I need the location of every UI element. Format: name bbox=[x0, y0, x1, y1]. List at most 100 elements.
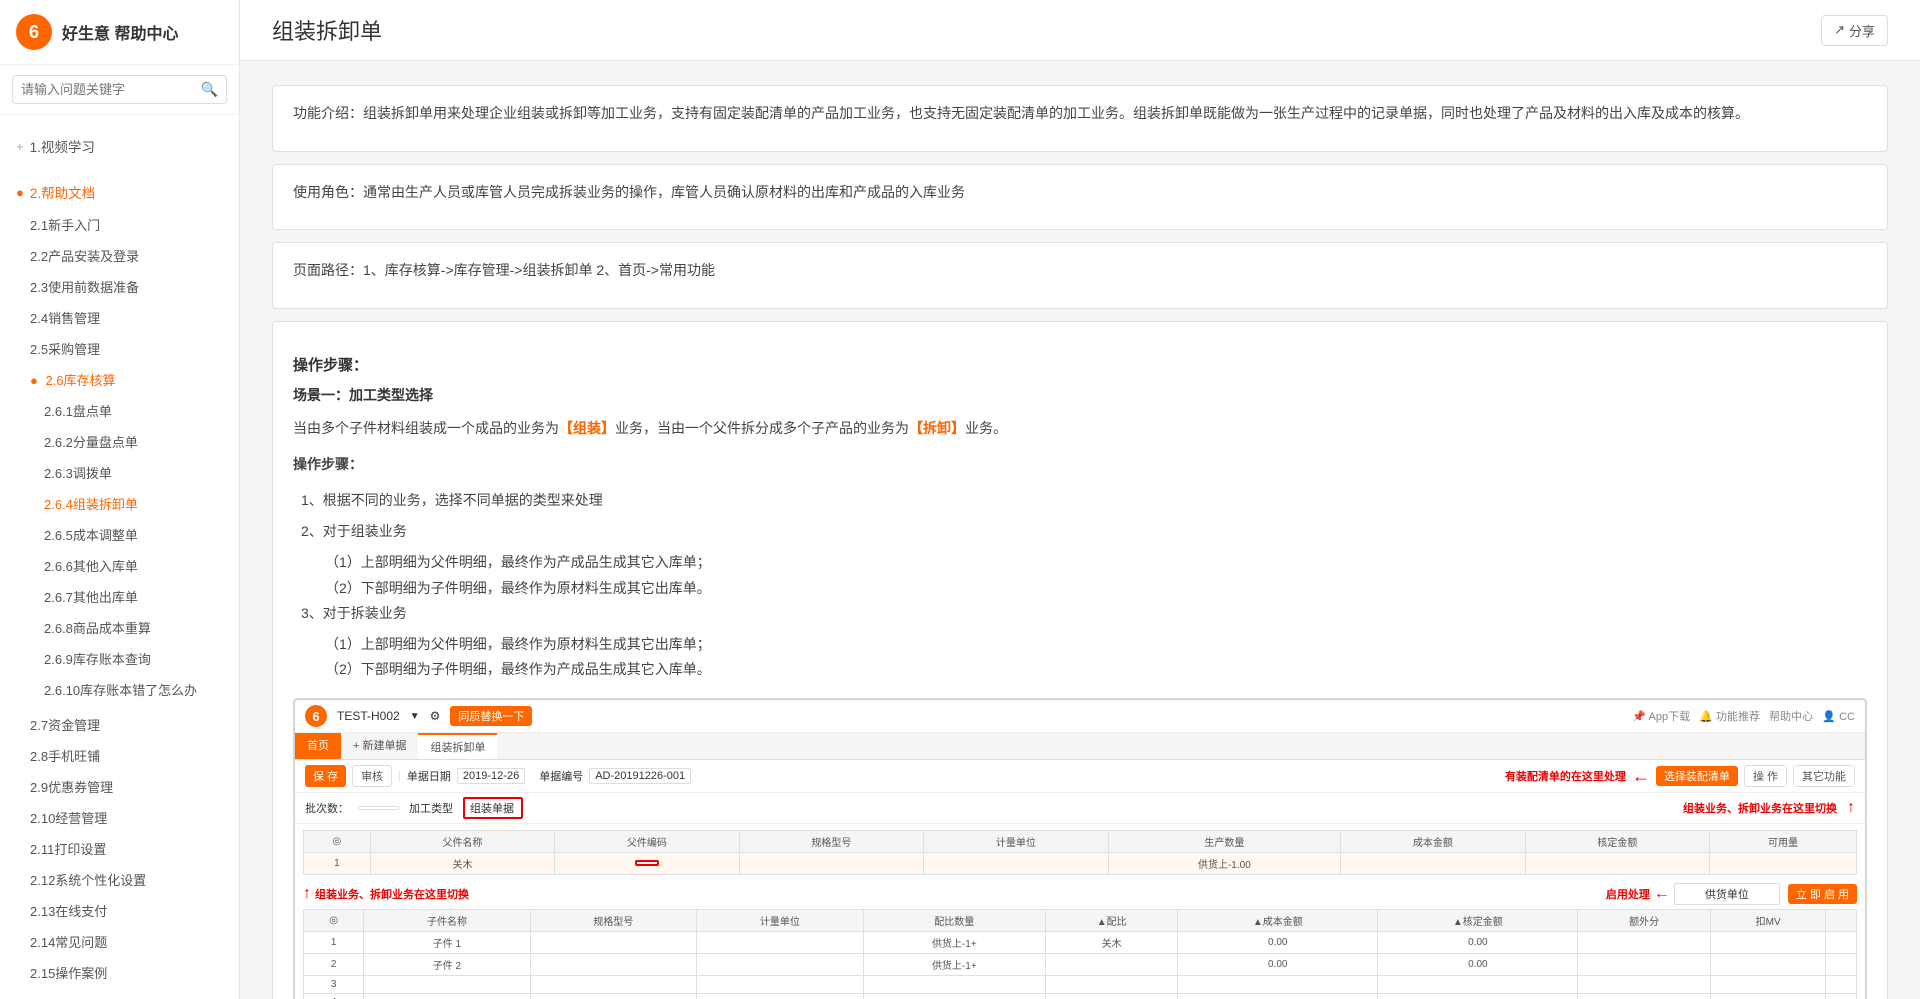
search-area: 🔍 bbox=[0, 65, 239, 115]
intro-path-card: 页面路径：1、库存核算->库存管理->组装拆卸单 2、首页->常用功能 bbox=[272, 242, 1888, 309]
child-table: ◎ 子件名称 规格型号 计量单位 配比数量 ▲配比 ▲成本金额 ▲核定金额 额外… bbox=[303, 909, 1857, 999]
app-icons-right: 📌 App下载 🔔 功能推荐 帮助中心 👤 CC bbox=[1632, 708, 1855, 724]
app-dropdown-icon: ▼ bbox=[410, 711, 420, 722]
btn-bom-process[interactable]: 选择装配清单 bbox=[1656, 766, 1738, 786]
search-input[interactable] bbox=[21, 82, 201, 97]
intro-function-text: 功能介绍：组装拆卸单用来处理企业组装或拆卸等加工业务，支持有固定装配清单的产品加… bbox=[293, 100, 1867, 127]
sidebar-item-other-in[interactable]: 2.6.6其他入库单 bbox=[0, 550, 239, 581]
step-3-2: （2）下部明细为子件明细，最终作为产成品生成其它入库单。 bbox=[325, 657, 1867, 682]
sidebar-item-install[interactable]: 2.2产品安装及登录 bbox=[0, 240, 239, 271]
arrow-icon-2: ↑ bbox=[1847, 799, 1855, 817]
share-button[interactable]: ↗ 分享 bbox=[1821, 15, 1888, 46]
tab-new-doc[interactable]: + 新建单据 bbox=[341, 733, 418, 759]
form-date-label: 单据日期 bbox=[407, 768, 451, 784]
page-title: 组装拆卸单 bbox=[272, 14, 382, 46]
app-screenshot-inner: 6 TEST-H002 ▼ ⚙ 同质替换一下 📌 App下载 🔔 功能推荐 帮助… bbox=[294, 699, 1866, 999]
sidebar-item-ledger-error[interactable]: 2.6.10库存账本错了怎么办 bbox=[0, 674, 239, 705]
sidebar-item-video-learning[interactable]: + 1.视频学习 bbox=[0, 129, 239, 163]
intro-role-card: 使用角色：通常由生产人员或库管人员完成拆装业务的操作，库管人员确认原材料的出库和… bbox=[272, 164, 1888, 231]
step-1: 1、根据不同的业务，选择不同单据的类型来处理 bbox=[301, 488, 1867, 513]
app-screenshot: 6 TEST-H002 ▼ ⚙ 同质替换一下 📌 App下载 🔔 功能推荐 帮助… bbox=[293, 698, 1867, 999]
app-tables: ◎ 父件名称 父件编码 规格型号 计量单位 生产数量 成本金额 核定金额 可用量 bbox=[295, 824, 1865, 999]
annotation-enable: 启用处理 bbox=[1606, 886, 1650, 902]
form-id-label: 单据编号 bbox=[539, 768, 583, 784]
btn-extra2[interactable]: 其它功能 bbox=[1793, 765, 1855, 787]
nav-section-1: + 1.视频学习 bbox=[0, 123, 239, 169]
app-logo: 6 bbox=[305, 705, 327, 727]
sidebar-item-ledger-query[interactable]: 2.6.9库存账本查询 bbox=[0, 643, 239, 674]
table-row: 3 bbox=[304, 976, 1857, 994]
plus-icon: + bbox=[16, 139, 24, 154]
sidebar-item-assembly[interactable]: 2.6.4组装拆卸单 bbox=[0, 488, 239, 519]
logo-icon: 6 bbox=[16, 14, 52, 50]
sidebar-item-inventory[interactable]: ● 2.6库存核算 bbox=[0, 364, 239, 395]
sidebar-item-business-mgmt[interactable]: 2.10经营管理 bbox=[0, 802, 239, 833]
sidebar-item-cases[interactable]: 2.15操作案例 bbox=[0, 957, 239, 988]
sidebar-item-help-docs[interactable]: ● 2.帮助文档 bbox=[0, 175, 239, 209]
subvalue-type[interactable]: 组装单据 bbox=[463, 797, 523, 819]
app-id: TEST-H002 bbox=[337, 709, 400, 723]
app-sub-form: 批次数： 加工类型 组装单据 组装业务、拆卸业务在这里切换 ↑ bbox=[295, 793, 1865, 824]
arrow-icon-1: ← bbox=[1632, 766, 1650, 787]
subvalue-count bbox=[359, 806, 399, 810]
sidebar-item-cost-recalc[interactable]: 2.6.8商品成本重算 bbox=[0, 612, 239, 643]
scene-title: 场景一：加工类型选择 bbox=[293, 385, 1867, 405]
app-replace-btn[interactable]: 同质替换一下 bbox=[450, 706, 532, 726]
arrow-right-icon: ← bbox=[1654, 885, 1670, 903]
sidebar-item-cost-adjust[interactable]: 2.6.5成本调整单 bbox=[0, 519, 239, 550]
sidebar-item-mobile[interactable]: 2.8手机旺铺 bbox=[0, 740, 239, 771]
sidebar-item-sales[interactable]: 2.4销售管理 bbox=[0, 302, 239, 333]
table-row: 1 子件 1 供货上-1+ 关木 0.00 0.00 bbox=[304, 932, 1857, 954]
minus-icon: ● bbox=[16, 185, 24, 200]
field-supplier[interactable]: 供货单位 bbox=[1674, 883, 1780, 905]
sidebar-item-partial-stocktake[interactable]: 2.6.2分量盘点单 bbox=[0, 426, 239, 457]
scene-desc: 当由多个子件材料组装成一个成品的业务为【组装】业务，当由一个父件拆分成多个子产品… bbox=[293, 415, 1867, 442]
logo-area: 6 好生意 帮助中心 bbox=[0, 0, 239, 65]
ops-section: 操作步骤： 场景一：加工类型选择 当由多个子件材料组装成一个成品的业务为【组装】… bbox=[272, 321, 1888, 999]
sidebar-item-beginner[interactable]: 2.1新手入门 bbox=[0, 209, 239, 240]
content-area: 功能介绍：组装拆卸单用来处理企业组装或拆卸等加工业务，支持有固定装配清单的产品加… bbox=[240, 61, 1920, 999]
form-id-value: AD-20191226-001 bbox=[589, 768, 691, 784]
sidebar-item-coupons[interactable]: 2.9优惠券管理 bbox=[0, 771, 239, 802]
main-header: 组装拆卸单 ↗ 分享 bbox=[240, 0, 1920, 61]
step-3-1: （1）上部明细为父件明细，最终作为原材料生成其它出库单； bbox=[325, 632, 1867, 657]
annotation-bom: 有装配清单的在这里处理 bbox=[1505, 768, 1626, 784]
step-2: 2、对于组装业务 bbox=[301, 519, 1867, 544]
intro-function-card: 功能介绍：组装拆卸单用来处理企业组装或拆卸等加工业务，支持有固定装配清单的产品加… bbox=[272, 85, 1888, 152]
btn-confirm-enable[interactable]: 立 即 启 用 bbox=[1788, 884, 1857, 904]
circle-icon: ● bbox=[30, 373, 38, 388]
btn-save[interactable]: 保 存 bbox=[305, 765, 346, 787]
app-topbar: 6 TEST-H002 ▼ ⚙ 同质替换一下 📌 App下载 🔔 功能推荐 帮助… bbox=[295, 700, 1865, 733]
btn-submit[interactable]: 审核 bbox=[352, 765, 392, 787]
table-row: 4 bbox=[304, 994, 1857, 999]
step-2-1: （1）上部明细为父件明细，最终作为产成品生成其它入库单； bbox=[325, 550, 1867, 575]
tab-home[interactable]: 首页 bbox=[295, 733, 341, 759]
sidebar-item-purchase[interactable]: 2.5采购管理 bbox=[0, 333, 239, 364]
btn-extra[interactable]: 操 作 bbox=[1744, 765, 1787, 787]
sidebar-item-other-out[interactable]: 2.6.7其他出库单 bbox=[0, 581, 239, 612]
sidebar-item-finance[interactable]: 2.7资金管理 bbox=[0, 709, 239, 740]
nav-children-2: 2.1新手入门 2.2产品安装及登录 2.3使用前数据准备 2.4销售管理 2.… bbox=[0, 209, 239, 988]
ops-subtitle: 操作步骤： bbox=[293, 451, 1867, 478]
tab-assembly-doc[interactable]: 组装拆卸单 bbox=[418, 733, 497, 759]
sidebar-item-stocktake[interactable]: 2.6.1盘点单 bbox=[0, 395, 239, 426]
sidebar-item-transfer[interactable]: 2.6.3调拨单 bbox=[0, 457, 239, 488]
ops-title: 操作步骤： bbox=[293, 354, 1867, 375]
app-nav-tabs: 首页 + 新建单据 组装拆卸单 bbox=[295, 733, 1865, 760]
intro-path-text: 页面路径：1、库存核算->库存管理->组装拆卸单 2、首页->常用功能 bbox=[293, 257, 1867, 284]
main: 组装拆卸单 ↗ 分享 功能介绍：组装拆卸单用来处理企业组装或拆卸等加工业务，支持… bbox=[240, 0, 1920, 999]
sidebar-item-data-prep[interactable]: 2.3使用前数据准备 bbox=[0, 271, 239, 302]
search-icon[interactable]: 🔍 bbox=[201, 81, 218, 98]
logo-text: 好生意 帮助中心 bbox=[62, 20, 178, 44]
arrow-up-icon: ↑ bbox=[303, 885, 311, 903]
sidebar-item-payment[interactable]: 2.13在线支付 bbox=[0, 895, 239, 926]
form-date-value: 2019-12-26 bbox=[457, 768, 525, 784]
table-row: 1 关木 供货上-1.00 bbox=[304, 853, 1857, 875]
sidebar: 6 好生意 帮助中心 🔍 + 1.视频学习 ● 2.帮助文档 2.1新手入门 2… bbox=[0, 0, 240, 999]
sidebar-item-print[interactable]: 2.11打印设置 bbox=[0, 833, 239, 864]
search-box: 🔍 bbox=[12, 75, 227, 104]
sidebar-item-faq[interactable]: 2.14常见问题 bbox=[0, 926, 239, 957]
sidebar-item-custom[interactable]: 2.12系统个性化设置 bbox=[0, 864, 239, 895]
annotation-row: ↑ 组装业务、拆卸业务在这里切换 启用处理 ← 供货单位 立 即 启 用 bbox=[303, 883, 1857, 905]
share-icon: ↗ bbox=[1834, 22, 1845, 38]
